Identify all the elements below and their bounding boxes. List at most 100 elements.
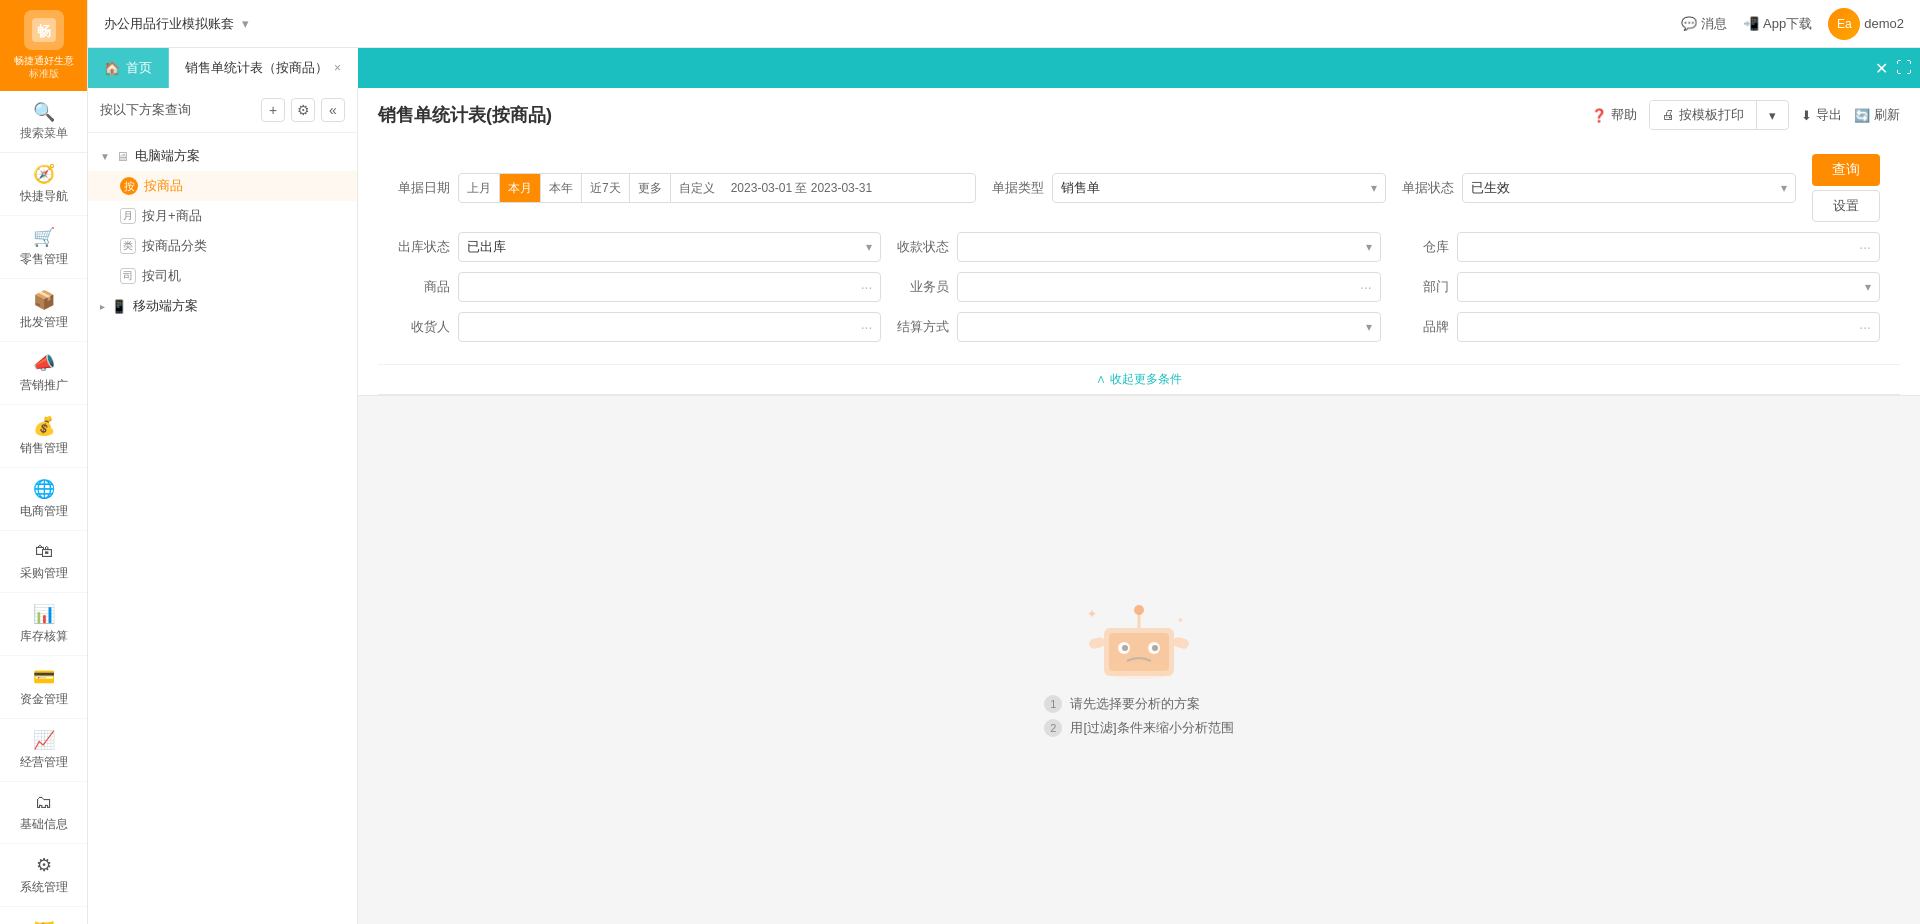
table-area: ✦ ✦ · 1 请先选择要分析的方案 2 用[过滤]条件来缩小分析范围 bbox=[358, 396, 1920, 924]
sidebar-item-basic[interactable]: 🗂 基础信息 bbox=[0, 782, 87, 844]
salesman-dots[interactable]: ··· bbox=[1360, 279, 1372, 295]
page-title-row: 销售单统计表(按商品) ❓ 帮助 🖨 按模板打印 ▾ bbox=[378, 100, 1900, 130]
quicknav-label: 快捷导航 bbox=[20, 188, 68, 205]
basic-icon: 🗂 bbox=[35, 792, 53, 813]
scheme-item-by-driver[interactable]: 司 按司机 bbox=[88, 261, 357, 291]
export-icon: ⬇ bbox=[1801, 108, 1812, 123]
date-tab-custom[interactable]: 自定义 bbox=[671, 174, 723, 202]
purchase-icon: 🛍 bbox=[35, 541, 53, 562]
print-label: 按模板打印 bbox=[1679, 107, 1744, 122]
tab-active[interactable]: 销售单统计表（按商品） × bbox=[169, 48, 358, 88]
sidebar-item-ops[interactable]: 📈 经营管理 bbox=[0, 719, 87, 782]
sidebar-item-enterprise[interactable]: 🤝 企业协同 bbox=[0, 907, 87, 924]
filter-row-4: 收货人 ··· 结算方式 ▾ bbox=[398, 312, 1880, 342]
scheme-item-by-goods[interactable]: 按 按商品 bbox=[88, 171, 357, 201]
sidebar-item-quicknav[interactable]: 🧭 快捷导航 bbox=[0, 153, 87, 216]
scheme-item-by-month-goods[interactable]: 月 按月+商品 bbox=[88, 201, 357, 231]
outstatus-dropdown-icon[interactable]: ▾ bbox=[866, 240, 872, 254]
tab-home-label: 首页 bbox=[126, 59, 152, 77]
payment-dropdown-icon[interactable]: ▾ bbox=[1366, 320, 1372, 334]
export-btn[interactable]: ⬇ 导出 bbox=[1801, 106, 1842, 124]
svg-text:✦: ✦ bbox=[1087, 607, 1097, 621]
date-range-tabs: 上月 本月 本年 近7天 更多 自定义 bbox=[459, 174, 723, 202]
tab-close-btn[interactable]: × bbox=[334, 61, 341, 75]
marketing-icon: 📣 bbox=[33, 352, 55, 374]
retail-label: 零售管理 bbox=[20, 251, 68, 268]
receiver-label: 收货人 bbox=[398, 318, 450, 336]
sidebar-item-inventory[interactable]: 📊 库存核算 bbox=[0, 593, 87, 656]
marketing-label: 营销推广 bbox=[20, 377, 68, 394]
warehouse-label: 仓库 bbox=[1397, 238, 1449, 256]
purchase-label: 采购管理 bbox=[20, 565, 68, 582]
page-content: 按以下方案查询 + ⚙ « ▼ 🖥 电脑端方案 按 bbox=[88, 88, 1920, 924]
export-label: 导出 bbox=[1816, 106, 1842, 124]
group-desktop-icon: 🖥 bbox=[116, 149, 129, 164]
docstatus-label: 单据状态 bbox=[1402, 179, 1454, 197]
settings-btn[interactable]: 设置 bbox=[1812, 190, 1880, 222]
filter-panel-actions: + ⚙ « bbox=[261, 98, 345, 122]
svg-rect-11 bbox=[1088, 636, 1106, 650]
tab-expand-icon[interactable]: ⛶ bbox=[1896, 59, 1912, 77]
sidebar-item-wholesale[interactable]: 📦 批发管理 bbox=[0, 279, 87, 342]
inventory-label: 库存核算 bbox=[20, 628, 68, 645]
doctype-dropdown-icon[interactable]: ▾ bbox=[1371, 181, 1377, 195]
scheme-item-by-category[interactable]: 类 按商品分类 bbox=[88, 231, 357, 261]
print-btn[interactable]: 🖨 按模板打印 bbox=[1650, 101, 1757, 129]
filter-row-1: 单据日期 上月 本月 本年 近7天 更多 自定义 20 bbox=[398, 154, 1880, 222]
scheme-sub-icon-2: 类 bbox=[120, 238, 136, 254]
scheme-group-mobile-header[interactable]: ▸ 📱 移动端方案 bbox=[88, 291, 357, 321]
app-download-label: App下载 bbox=[1763, 15, 1812, 33]
tab-home[interactable]: 🏠 首页 bbox=[88, 48, 169, 88]
industry-dropdown-icon[interactable]: ▾ bbox=[242, 16, 249, 31]
query-btn[interactable]: 查询 bbox=[1812, 154, 1880, 186]
tab-active-label: 销售单统计表（按商品） bbox=[185, 59, 328, 77]
filter-receiptstatus-field: 收款状态 ▾ bbox=[897, 232, 1380, 262]
date-tab-this-year[interactable]: 本年 bbox=[541, 174, 582, 202]
industry-label: 办公用品行业模拟账套 bbox=[104, 15, 234, 33]
receiptstatus-dropdown-icon[interactable]: ▾ bbox=[1366, 240, 1372, 254]
help-btn[interactable]: ❓ 帮助 bbox=[1591, 106, 1637, 124]
settings-scheme-btn[interactable]: ⚙ bbox=[291, 98, 315, 122]
scheme-sub-icon-1: 月 bbox=[120, 208, 136, 224]
date-range-value: 2023-03-01 至 2023-03-31 bbox=[723, 180, 880, 197]
sidebar-item-ecommerce[interactable]: 🌐 电商管理 bbox=[0, 468, 87, 531]
download-icon: 📲 bbox=[1743, 16, 1759, 31]
date-tab-this-month[interactable]: 本月 bbox=[500, 174, 541, 202]
docstatus-dropdown-icon[interactable]: ▾ bbox=[1781, 181, 1787, 195]
print-dropdown-btn[interactable]: ▾ bbox=[1757, 103, 1788, 128]
dept-label: 部门 bbox=[1397, 278, 1449, 296]
topbar-right: 💬 消息 📲 App下载 Ea demo2 bbox=[1681, 8, 1904, 40]
collapse-panel-btn[interactable]: « bbox=[321, 98, 345, 122]
goods-dots[interactable]: ··· bbox=[861, 279, 873, 295]
app-download-btn[interactable]: 📲 App下载 bbox=[1743, 15, 1812, 33]
refresh-btn[interactable]: 🔄 刷新 bbox=[1854, 106, 1900, 124]
user-menu[interactable]: Ea demo2 bbox=[1828, 8, 1904, 40]
sidebar-item-purchase[interactable]: 🛍 采购管理 bbox=[0, 531, 87, 593]
message-btn[interactable]: 💬 消息 bbox=[1681, 15, 1727, 33]
docstatus-value: 已生效 bbox=[1471, 179, 1781, 197]
empty-hints: 1 请先选择要分析的方案 2 用[过滤]条件来缩小分析范围 bbox=[1044, 695, 1233, 737]
dept-dropdown-icon[interactable]: ▾ bbox=[1865, 280, 1871, 294]
empty-state: ✦ ✦ · 1 请先选择要分析的方案 2 用[过滤]条件来缩小分析范围 bbox=[1044, 583, 1233, 737]
add-scheme-btn[interactable]: + bbox=[261, 98, 285, 122]
page-header: 销售单统计表(按商品) ❓ 帮助 🖨 按模板打印 ▾ bbox=[358, 88, 1920, 396]
date-tab-last-month[interactable]: 上月 bbox=[459, 174, 500, 202]
brand-dots[interactable]: ··· bbox=[1859, 319, 1871, 335]
receiver-dots[interactable]: ··· bbox=[861, 319, 873, 335]
scheme-group-mobile: ▸ 📱 移动端方案 bbox=[88, 291, 357, 321]
sidebar-item-finance[interactable]: 💳 资金管理 bbox=[0, 656, 87, 719]
group-desktop-label: 电脑端方案 bbox=[135, 147, 200, 165]
tab-close-all-icon[interactable]: ✕ bbox=[1875, 59, 1888, 78]
sidebar-item-system[interactable]: ⚙ 系统管理 bbox=[0, 844, 87, 907]
date-tab-7days[interactable]: 近7天 bbox=[582, 174, 630, 202]
main-area: 办公用品行业模拟账套 ▾ 💬 消息 📲 App下载 Ea demo2 🏠 首页 bbox=[88, 0, 1920, 924]
wholesale-icon: 📦 bbox=[33, 289, 55, 311]
app-sub: 标准版 bbox=[29, 67, 59, 81]
collapse-conditions-btn[interactable]: ∧ 收起更多条件 bbox=[378, 364, 1900, 395]
sidebar-item-retail[interactable]: 🛒 零售管理 bbox=[0, 216, 87, 279]
sidebar-item-sales[interactable]: 💰 销售管理 bbox=[0, 405, 87, 468]
scheme-group-desktop-header[interactable]: ▼ 🖥 电脑端方案 bbox=[88, 141, 357, 171]
sidebar-item-marketing[interactable]: 📣 营销推广 bbox=[0, 342, 87, 405]
search-menu-btn[interactable]: 🔍 搜索菜单 bbox=[0, 91, 87, 153]
date-tab-more[interactable]: 更多 bbox=[630, 174, 671, 202]
